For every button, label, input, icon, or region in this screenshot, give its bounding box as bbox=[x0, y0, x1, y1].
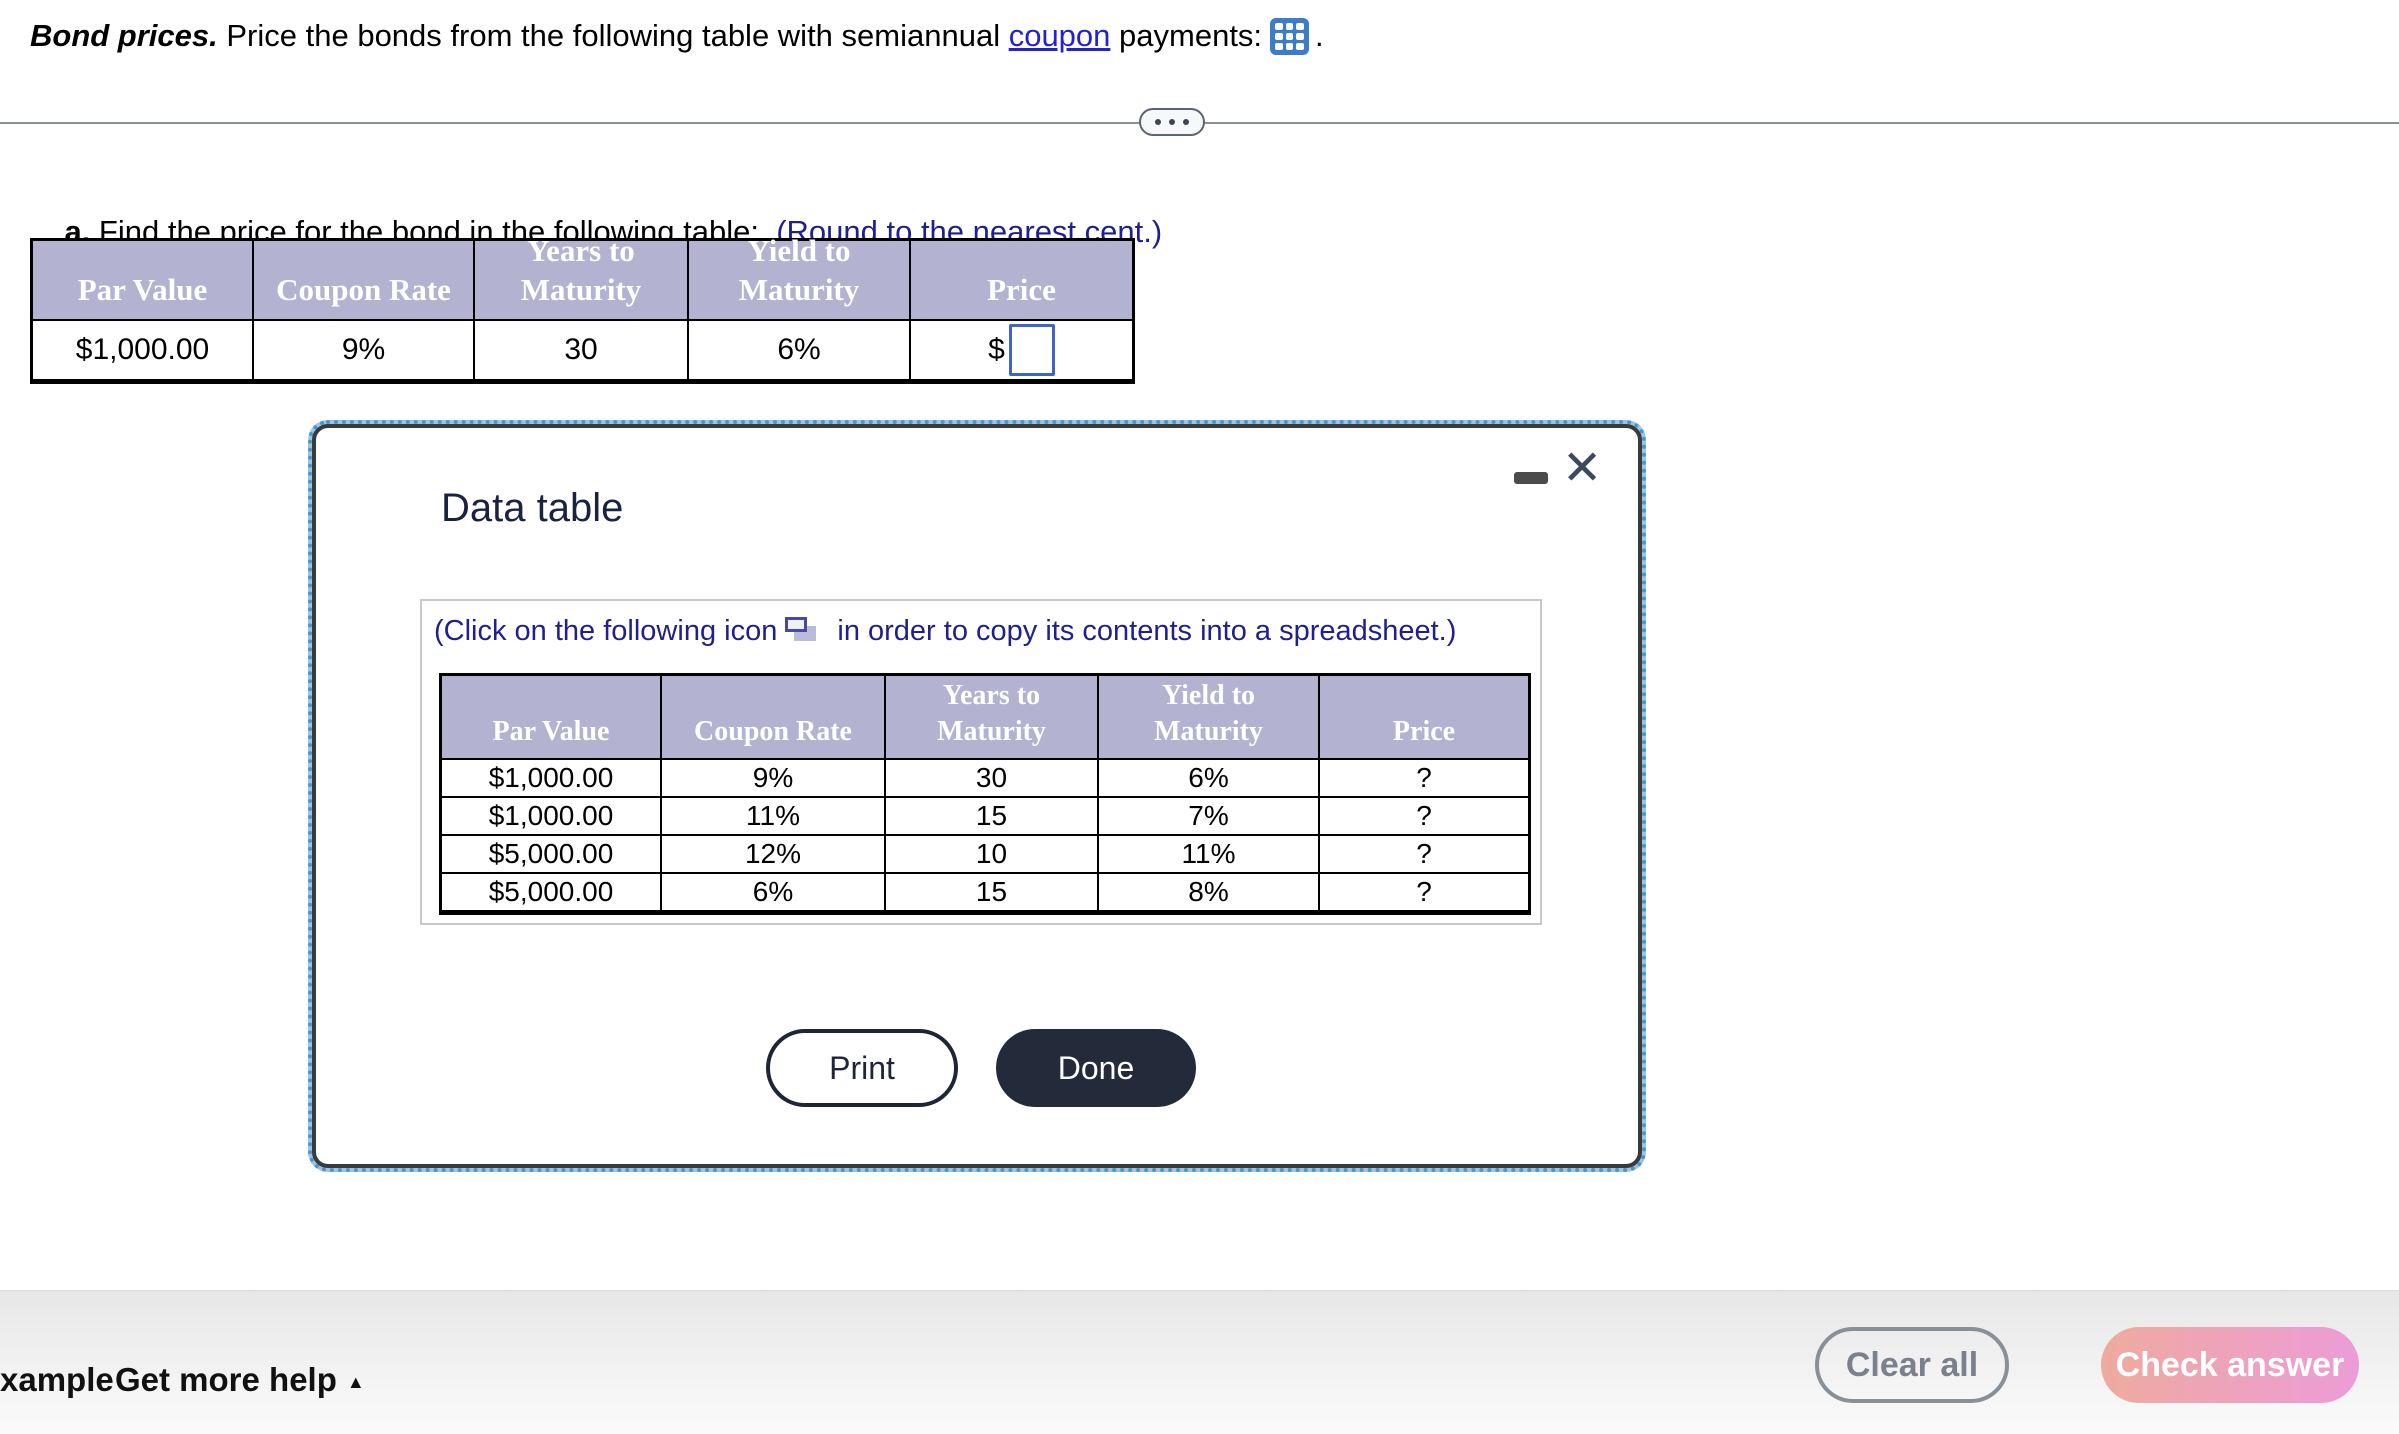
bond-answer-table: Par Value Coupon Rate Years to Maturity Y… bbox=[30, 233, 1135, 384]
table-cell: ? bbox=[1320, 798, 1528, 836]
table-cell: 6% bbox=[1099, 760, 1320, 798]
dialog-button-row: Print Done bbox=[316, 1029, 1646, 1107]
col-header-years-to-maturity: Years to Maturity bbox=[475, 233, 689, 321]
copy-instruction: (Click on the following icon in order to… bbox=[434, 615, 1456, 648]
table-cell: 7% bbox=[1099, 798, 1320, 836]
check-answer-button[interactable]: Check answer bbox=[2101, 1327, 2359, 1403]
minimize-icon[interactable] bbox=[1514, 472, 1548, 484]
footer-bar: xample Get more help ▲ Clear all Check a… bbox=[0, 1290, 2399, 1434]
table-cell: $5,000.00 bbox=[442, 874, 662, 912]
copy-instruction-before: (Click on the following icon bbox=[434, 615, 778, 647]
table-cell: $1,000.00 bbox=[442, 798, 662, 836]
table-cell: 30 bbox=[886, 760, 1099, 798]
col-header-price: Price bbox=[1320, 676, 1528, 760]
col-header-yield-to-maturity: Yield to Maturity bbox=[1099, 676, 1320, 760]
col-header-coupon-rate: Coupon Rate bbox=[254, 241, 475, 321]
years-to-maturity-cell: 30 bbox=[475, 321, 689, 381]
ellipsis-icon bbox=[1169, 119, 1175, 125]
table-cell: 12% bbox=[662, 836, 886, 874]
coupon-link[interactable]: coupon bbox=[1009, 14, 1111, 58]
copy-icon[interactable] bbox=[785, 616, 821, 647]
table-cell: 15 bbox=[886, 874, 1099, 912]
price-answer-cell: $ bbox=[911, 321, 1132, 381]
page: Bond prices. Price the bonds from the fo… bbox=[0, 0, 2399, 1434]
price-input[interactable] bbox=[1008, 324, 1055, 376]
print-button[interactable]: Print bbox=[766, 1029, 958, 1107]
col-header-par-value: Par Value bbox=[442, 676, 662, 760]
question-text-tail: payments: bbox=[1110, 18, 1263, 53]
col-header-years-to-maturity: Years to Maturity bbox=[886, 676, 1099, 760]
dialog-title: Data table bbox=[441, 486, 624, 530]
question-title: Bond prices. bbox=[30, 18, 218, 53]
par-value-cell: $1,000.00 bbox=[33, 321, 254, 381]
table-cell: 11% bbox=[662, 798, 886, 836]
example-link[interactable]: xample bbox=[0, 1361, 114, 1399]
copy-instruction-after: in order to copy its contents into a spr… bbox=[829, 615, 1457, 647]
ellipsis-icon bbox=[1183, 119, 1189, 125]
expand-collapse-button[interactable] bbox=[1139, 108, 1205, 136]
dialog-data-table: Par Value Coupon Rate Years to Maturity Y… bbox=[439, 673, 1531, 915]
yield-to-maturity-cell: 6% bbox=[689, 321, 911, 381]
table-cell: 11% bbox=[1099, 836, 1320, 874]
table-cell: $1,000.00 bbox=[442, 760, 662, 798]
coupon-rate-cell: 9% bbox=[254, 321, 475, 381]
table-cell: 9% bbox=[662, 760, 886, 798]
dollar-sign-label: $ bbox=[988, 333, 1005, 366]
chevron-up-icon: ▲ bbox=[346, 1371, 365, 1392]
col-header-coupon-rate: Coupon Rate bbox=[662, 676, 886, 760]
question-prompt: Bond prices. Price the bonds from the fo… bbox=[30, 14, 1324, 58]
question-period: . bbox=[1315, 18, 1324, 53]
ellipsis-icon bbox=[1155, 119, 1161, 125]
data-table-dialog: Data table ✕ (Click on the following ico… bbox=[308, 420, 1646, 1172]
col-header-par-value: Par Value bbox=[33, 241, 254, 321]
get-more-help-button[interactable]: Get more help ▲ bbox=[115, 1361, 365, 1399]
table-cell: ? bbox=[1320, 874, 1528, 912]
col-header-price: Price bbox=[911, 241, 1132, 321]
done-button[interactable]: Done bbox=[996, 1029, 1196, 1107]
table-cell: 6% bbox=[662, 874, 886, 912]
question-text: Price the bonds from the following table… bbox=[217, 18, 1009, 53]
spreadsheet-icon[interactable] bbox=[1270, 17, 1310, 55]
table-cell: $5,000.00 bbox=[442, 836, 662, 874]
col-header-yield-to-maturity: Yield to Maturity bbox=[689, 233, 911, 321]
data-table-panel: (Click on the following icon in order to… bbox=[420, 599, 1542, 925]
table-cell: 15 bbox=[886, 798, 1099, 836]
table-cell: 10 bbox=[886, 836, 1099, 874]
table-cell: ? bbox=[1320, 836, 1528, 874]
table-cell: ? bbox=[1320, 760, 1528, 798]
close-icon[interactable]: ✕ bbox=[1562, 444, 1602, 492]
clear-all-button[interactable]: Clear all bbox=[1815, 1327, 2009, 1403]
table-cell: 8% bbox=[1099, 874, 1320, 912]
